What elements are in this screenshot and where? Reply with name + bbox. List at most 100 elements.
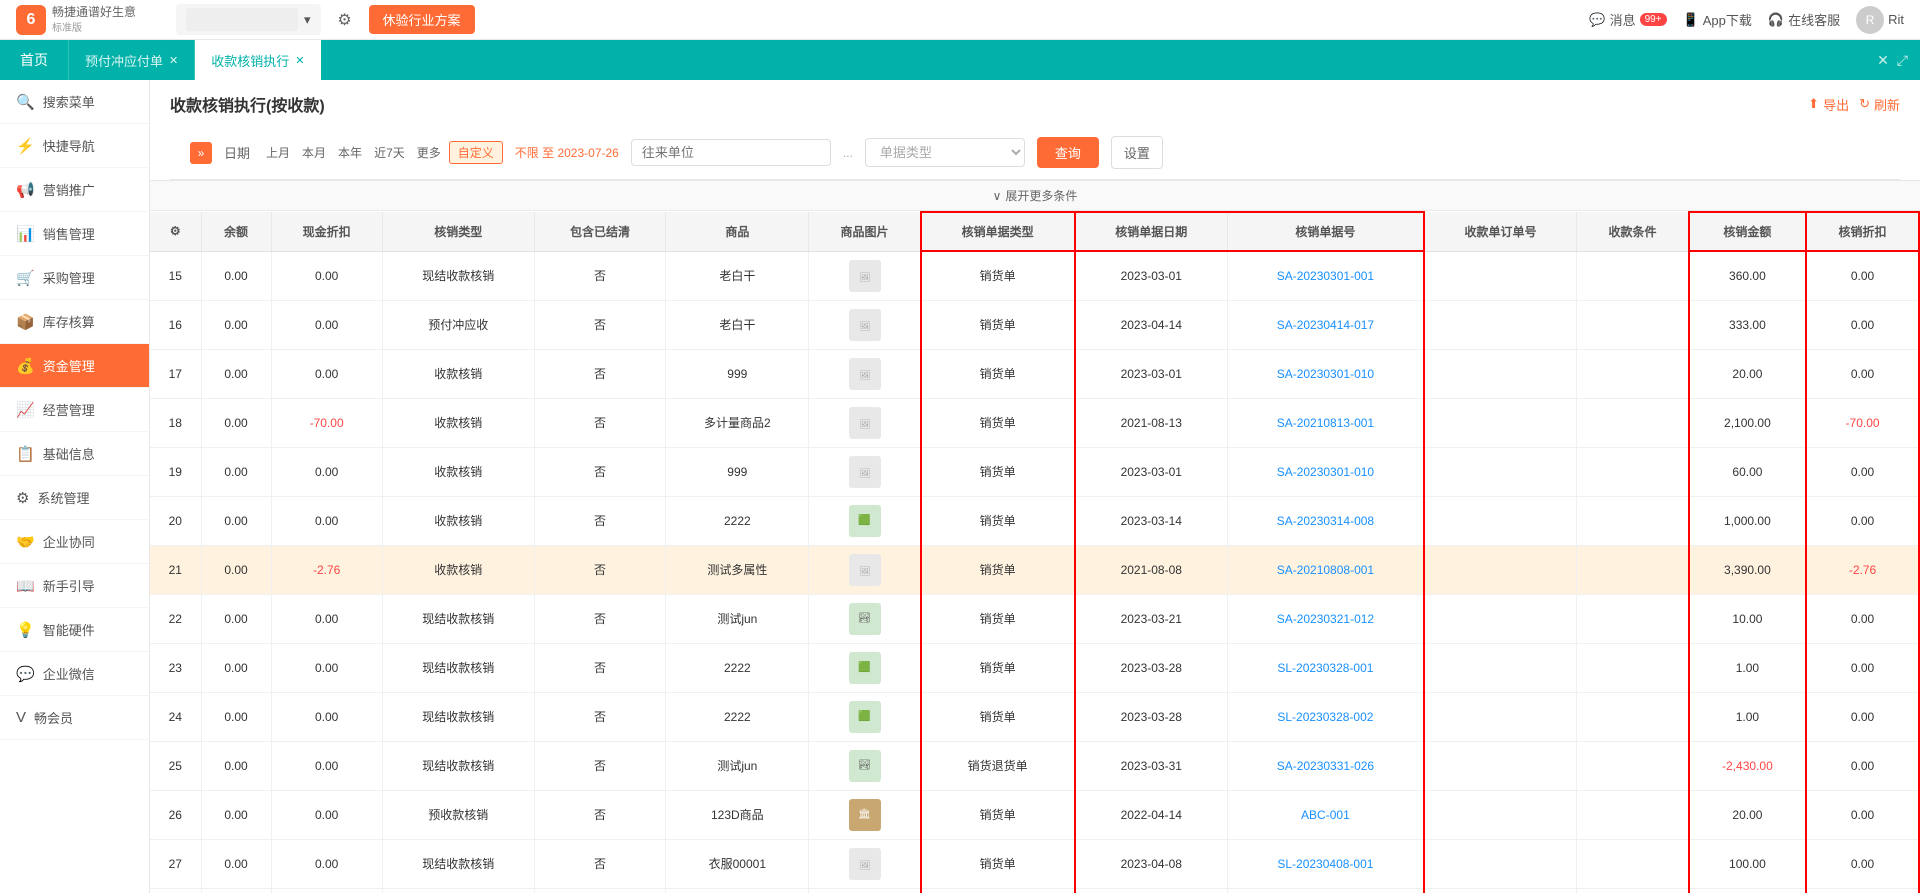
table-row: 15 0.00 0.00 现结收款核销 否 老白干 🖼 销货单 2023-03-… [150,251,1919,300]
sidebar-item-member[interactable]: V 畅会员 [0,696,149,740]
cell-cancel-amount: 1.00 [1689,692,1806,741]
filter-expand-button[interactable]: » [190,142,212,164]
bill-no-link[interactable]: SL-20230328-002 [1277,710,1373,724]
cell-cancel-amount: 20.00 [1689,349,1806,398]
tab-prepayment-close[interactable]: ✕ [169,54,178,67]
bill-no-link[interactable]: SA-20230301-010 [1277,367,1374,381]
col-cancel-type: 核销类型 [382,212,534,251]
partner-input[interactable] [631,139,831,166]
sidebar-label-hardware: 智能硬件 [43,620,95,639]
cell-bill-no: SA-20230321-012 [1227,594,1423,643]
cell-bill-no: SA-20210813-001 [1227,398,1423,447]
col-include-settled: 包含已结清 [534,212,666,251]
date-btn-7days[interactable]: 近7天 [370,142,409,163]
sidebar-item-operations[interactable]: 📈 经营管理 [0,388,149,432]
online-service-item[interactable]: 🎧 在线客服 [1768,10,1840,29]
cell-cancel-discount: -70.00 [1806,398,1919,447]
app-download-item[interactable]: 📱 App下载 [1683,10,1752,29]
book-icon: 📖 [16,577,35,595]
sidebar-item-guide[interactable]: 📖 新手引导 [0,564,149,608]
cell-bill-type: 销货单 [921,790,1075,839]
col-goods-img: 商品图片 [809,212,921,251]
cell-bill-type: 销货单 [921,643,1075,692]
sidebar-item-search[interactable]: 🔍 搜索菜单 [0,80,149,124]
sidebar-item-finance[interactable]: 💰 资金管理 [0,344,149,388]
date-btn-more[interactable]: 更多 [413,142,445,163]
company-selector[interactable]: ▾ [176,4,321,35]
message-item[interactable]: 💬 消息 99+ [1589,10,1666,29]
cell-bill-date: 2023-03-21 [1075,594,1228,643]
cell-cancel-discount: 0.00 [1806,300,1919,349]
cell-bill-type: 销货单 [921,251,1075,300]
close-window-icon[interactable]: ✕ [1877,52,1889,69]
tab-receipt-cancel[interactable]: 收款核销执行 ✕ [195,40,321,80]
setting-button[interactable]: 设置 [1111,136,1163,169]
user-item[interactable]: R Rit [1856,6,1904,34]
refresh-button[interactable]: ↻ 刷新 [1859,95,1900,114]
bill-no-link[interactable]: SL-20230408-001 [1277,857,1373,871]
bill-no-link[interactable]: SA-20230314-008 [1277,514,1374,528]
cell-seq: 18 [150,398,201,447]
cell-seq: 28 [150,888,201,893]
query-button[interactable]: 查询 [1037,137,1099,168]
bill-no-link[interactable]: ABC-001 [1301,808,1350,822]
cell-cash-discount: 0.00 [271,594,382,643]
bill-no-link[interactable]: SA-20210813-001 [1277,416,1374,430]
sidebar-item-hardware[interactable]: 💡 智能硬件 [0,608,149,652]
cell-goods-img: 🟩 [809,692,921,741]
sidebar-label-wechat: 企业微信 [43,664,95,683]
date-custom-btn[interactable]: 自定义 [449,141,503,164]
col-seq: ⚙ [150,212,201,251]
cell-include-settled: 否 [534,545,666,594]
table-row: 27 0.00 0.00 现结收款核销 否 衣服00001 🖼 销货单 2023… [150,839,1919,888]
goods-image: 🏞 [849,603,881,635]
top-bar-right: 💬 消息 99+ 📱 App下载 🎧 在线客服 R Rit [1589,6,1904,34]
bill-no-link[interactable]: SL-20230328-001 [1277,661,1373,675]
message-badge: 99+ [1640,13,1667,26]
settings-gear-button[interactable]: ⚙ [331,6,359,34]
sidebar-item-system[interactable]: ⚙ 系统管理 [0,476,149,520]
sidebar-item-quicknav[interactable]: ⚡ 快捷导航 [0,124,149,168]
expand-more-bar[interactable]: ∨ 展开更多条件 [150,181,1920,211]
sidebar-item-inventory[interactable]: 📦 库存核算 [0,300,149,344]
tab-prepayment[interactable]: 预付冲应付单 ✕ [69,40,195,80]
bill-no-link[interactable]: SA-20230301-001 [1277,269,1374,283]
tab-receipt-cancel-label: 收款核销执行 [211,51,289,70]
cell-include-settled: 否 [534,496,666,545]
cell-bill-type: 销货退货单 [921,741,1075,790]
col-bill-type: 核销单据类型 [921,212,1075,251]
sidebar-item-purchase[interactable]: 🛒 采购管理 [0,256,149,300]
cell-receipt-condition [1577,251,1689,300]
flash-icon: ⚡ [16,137,35,155]
bill-type-select[interactable]: 单据类型 [865,138,1025,167]
date-btn-this-year[interactable]: 本年 [334,142,366,163]
table-area[interactable]: ⚙ 余额 现金折扣 核销类型 包含已结清 商品 商品图片 核销单据类型 核销单据… [150,211,1920,893]
table-row: 26 0.00 0.00 预收款核销 否 123D商品 🏛 销货单 2022-0… [150,790,1919,839]
sidebar-item-enterprise[interactable]: 🤝 企业协同 [0,520,149,564]
bill-no-link[interactable]: SA-20210808-001 [1277,563,1374,577]
sidebar-item-marketing[interactable]: 📢 营销推广 [0,168,149,212]
megaphone-icon: 📢 [16,181,35,199]
tab-receipt-cancel-close[interactable]: ✕ [295,54,304,67]
cell-cancel-type: 现结收款核销 [382,839,534,888]
date-btn-this-month[interactable]: 本月 [298,142,330,163]
cell-cancel-amount: 2,100.00 [1689,398,1806,447]
tab-home[interactable]: 首页 [0,40,69,80]
sidebar-item-basics[interactable]: 📋 基础信息 [0,432,149,476]
maximize-icon[interactable]: ⤢ [1897,52,1908,69]
bill-no-link[interactable]: SA-20230321-012 [1277,612,1374,626]
bill-no-link[interactable]: SA-20230331-026 [1277,759,1374,773]
cell-cash-discount: 0.00 [271,251,382,300]
sidebar-item-sales[interactable]: 📊 销售管理 [0,212,149,256]
industry-btn[interactable]: 休验行业方案 [369,5,475,34]
bill-no-link[interactable]: SA-20230414-017 [1277,318,1374,332]
export-button[interactable]: ⬆ 导出 [1808,95,1849,114]
bill-no-link[interactable]: SA-20230301-010 [1277,465,1374,479]
cell-cancel-amount: 60.00 [1689,447,1806,496]
cell-cancel-discount: -2.76 [1806,545,1919,594]
cell-cash-discount: 0.00 [271,839,382,888]
sidebar-item-wechat[interactable]: 💬 企业微信 [0,652,149,696]
cell-balance: 0.00 [201,447,271,496]
date-btn-last-month[interactable]: 上月 [262,142,294,163]
cell-bill-no: SL-20230408-001 [1227,839,1423,888]
